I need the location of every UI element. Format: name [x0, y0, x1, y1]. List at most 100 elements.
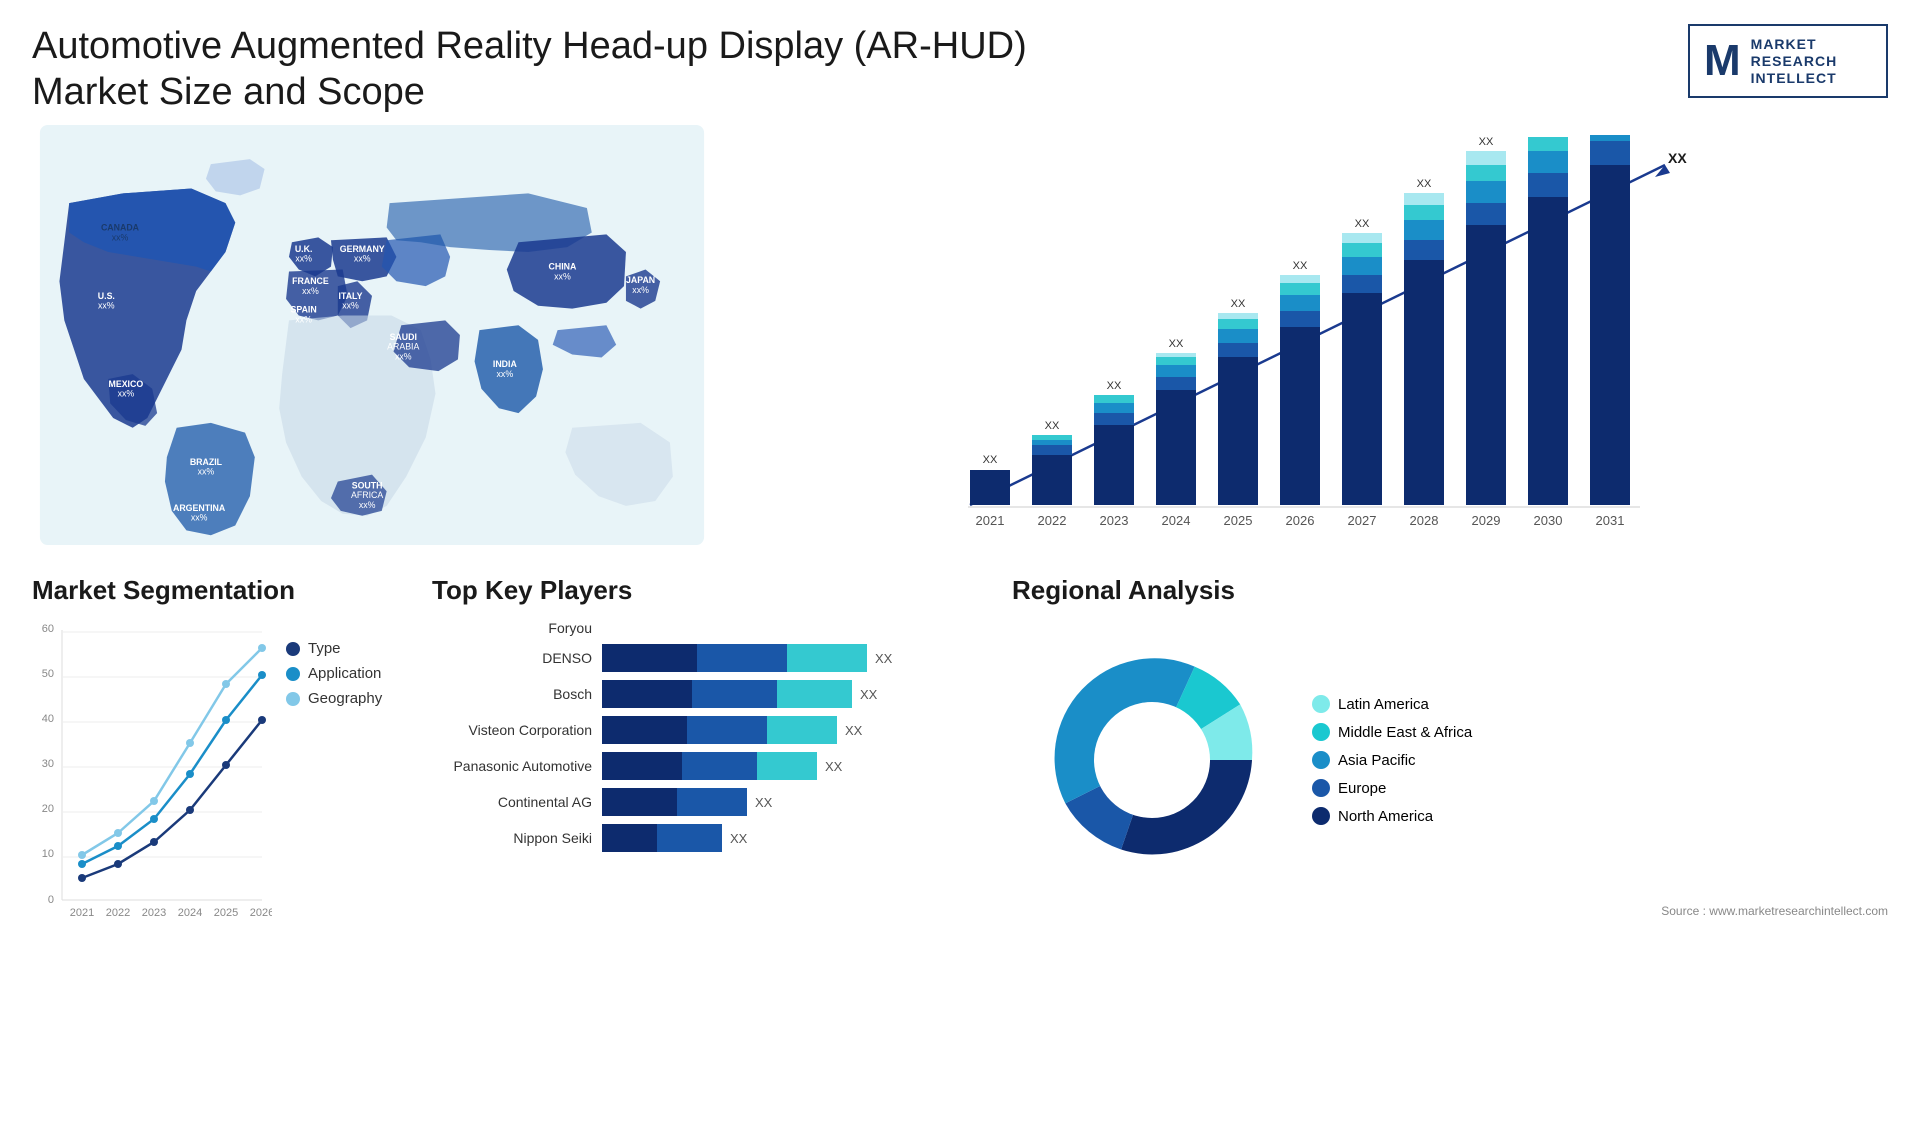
na-dot — [1312, 807, 1330, 825]
map-container: CANADA xx% U.S. xx% MEXICO xx% BRAZIL xx… — [32, 125, 712, 545]
bar-chart-section: XX XX XX — [732, 125, 1888, 555]
player-bar-wrap-bosch: XX — [602, 680, 992, 708]
player-row-denso: DENSO XX — [432, 644, 992, 672]
bar-seg-1 — [602, 788, 677, 816]
svg-text:2023: 2023 — [1100, 513, 1129, 528]
svg-text:FRANCE: FRANCE — [292, 276, 329, 286]
application-dot — [286, 667, 300, 681]
logo-letter: M — [1704, 36, 1741, 86]
svg-text:2022: 2022 — [106, 907, 130, 919]
svg-text:XX: XX — [1293, 260, 1308, 272]
svg-text:xx%: xx% — [359, 500, 376, 510]
player-name-panasonic: Panasonic Automotive — [432, 758, 592, 774]
svg-text:XX: XX — [1107, 380, 1122, 392]
svg-text:2031: 2031 — [1596, 513, 1625, 528]
svg-text:U.S.: U.S. — [98, 291, 115, 301]
main-content: CANADA xx% U.S. xx% MEXICO xx% BRAZIL xx… — [0, 115, 1920, 1025]
key-players-title: Top Key Players — [432, 575, 992, 606]
svg-text:xx%: xx% — [198, 467, 215, 477]
player-name-denso: DENSO — [432, 650, 592, 666]
svg-text:10: 10 — [42, 848, 54, 860]
bar-seg-2 — [692, 680, 777, 708]
player-row-continental: Continental AG XX — [432, 788, 992, 816]
bar-seg-1 — [602, 716, 687, 744]
bar-seg-3 — [787, 644, 867, 672]
legend-geography: Geography — [286, 690, 382, 707]
svg-text:SPAIN: SPAIN — [291, 305, 317, 315]
bar-seg-1 — [602, 752, 682, 780]
svg-text:2028: 2028 — [1410, 513, 1439, 528]
player-name-nippon: Nippon Seiki — [432, 830, 592, 846]
top-row: CANADA xx% U.S. xx% MEXICO xx% BRAZIL xx… — [32, 125, 1888, 555]
svg-text:2030: 2030 — [1534, 513, 1563, 528]
player-bar-wrap-denso: XX — [602, 644, 992, 672]
svg-text:2024: 2024 — [178, 907, 202, 919]
player-bar-wrap-continental: XX — [602, 788, 992, 816]
svg-text:0: 0 — [48, 894, 54, 906]
bar-seg-2 — [687, 716, 767, 744]
svg-text:2023: 2023 — [142, 907, 166, 919]
bar-seg-3 — [767, 716, 837, 744]
svg-text:XX: XX — [1668, 150, 1687, 166]
application-label: Application — [308, 665, 381, 682]
player-row-panasonic: Panasonic Automotive XX — [432, 752, 992, 780]
svg-text:INDIA: INDIA — [493, 359, 518, 369]
player-val-visteon: XX — [845, 723, 862, 738]
bar-seg-1 — [602, 644, 697, 672]
svg-text:xx%: xx% — [395, 352, 412, 362]
player-bar-continental — [602, 788, 747, 816]
regional-wrap: Latin America Middle East & Africa Asia … — [1012, 620, 1888, 900]
svg-text:xx%: xx% — [112, 232, 129, 242]
svg-text:U.K.: U.K. — [295, 244, 313, 254]
geography-dot — [286, 692, 300, 706]
svg-text:30: 30 — [42, 758, 54, 770]
svg-text:BRAZIL: BRAZIL — [190, 457, 223, 467]
page-title: Automotive Augmented Reality Head-up Dis… — [32, 24, 1027, 115]
segmentation-section: Market Segmentation 0 10 20 30 40 50 60 — [32, 575, 412, 1015]
donut-chart — [1012, 620, 1292, 900]
legend-europe: Europe — [1312, 779, 1472, 797]
svg-text:XX: XX — [983, 454, 998, 466]
svg-text:xx%: xx% — [342, 301, 359, 311]
svg-text:XX: XX — [1355, 218, 1370, 230]
world-map: CANADA xx% U.S. xx% MEXICO xx% BRAZIL xx… — [32, 125, 712, 545]
legend-apac: Asia Pacific — [1312, 751, 1472, 769]
la-label: Latin America — [1338, 696, 1429, 713]
bar-seg-1 — [602, 824, 657, 852]
svg-text:2021: 2021 — [976, 513, 1005, 528]
svg-text:XX: XX — [1479, 136, 1494, 148]
svg-text:ITALY: ITALY — [339, 291, 363, 301]
legend-latin-america: Latin America — [1312, 695, 1472, 713]
player-bar-panasonic — [602, 752, 817, 780]
player-row-nippon: Nippon Seiki XX — [432, 824, 992, 852]
player-val-nippon: XX — [730, 831, 747, 846]
player-name-continental: Continental AG — [432, 794, 592, 810]
bar-seg-3 — [777, 680, 852, 708]
player-bar-denso — [602, 644, 867, 672]
europe-dot — [1312, 779, 1330, 797]
donut-container — [1012, 620, 1292, 900]
svg-text:XX: XX — [1169, 338, 1184, 350]
svg-text:20: 20 — [42, 803, 54, 815]
player-row-bosch: Bosch XX — [432, 680, 992, 708]
mea-label: Middle East & Africa — [1338, 724, 1472, 741]
player-bar-wrap-visteon: XX — [602, 716, 992, 744]
apac-dot — [1312, 751, 1330, 769]
svg-text:JAPAN: JAPAN — [626, 275, 655, 285]
player-name-visteon: Visteon Corporation — [432, 722, 592, 738]
europe-label: Europe — [1338, 780, 1386, 797]
svg-text:GERMANY: GERMANY — [340, 244, 385, 254]
bar-seg-2 — [682, 752, 757, 780]
svg-text:xx%: xx% — [118, 389, 135, 399]
svg-text:2025: 2025 — [1224, 513, 1253, 528]
player-val-continental: XX — [755, 795, 772, 810]
svg-text:SOUTH: SOUTH — [352, 481, 383, 491]
player-bar-visteon — [602, 716, 837, 744]
svg-text:xx%: xx% — [295, 314, 312, 324]
legend-type: Type — [286, 640, 382, 657]
bar-seg-2 — [697, 644, 787, 672]
svg-text:SAUDI: SAUDI — [390, 332, 417, 342]
svg-text:40: 40 — [42, 713, 54, 725]
svg-text:xx%: xx% — [295, 254, 312, 264]
bar-seg-2 — [677, 788, 747, 816]
